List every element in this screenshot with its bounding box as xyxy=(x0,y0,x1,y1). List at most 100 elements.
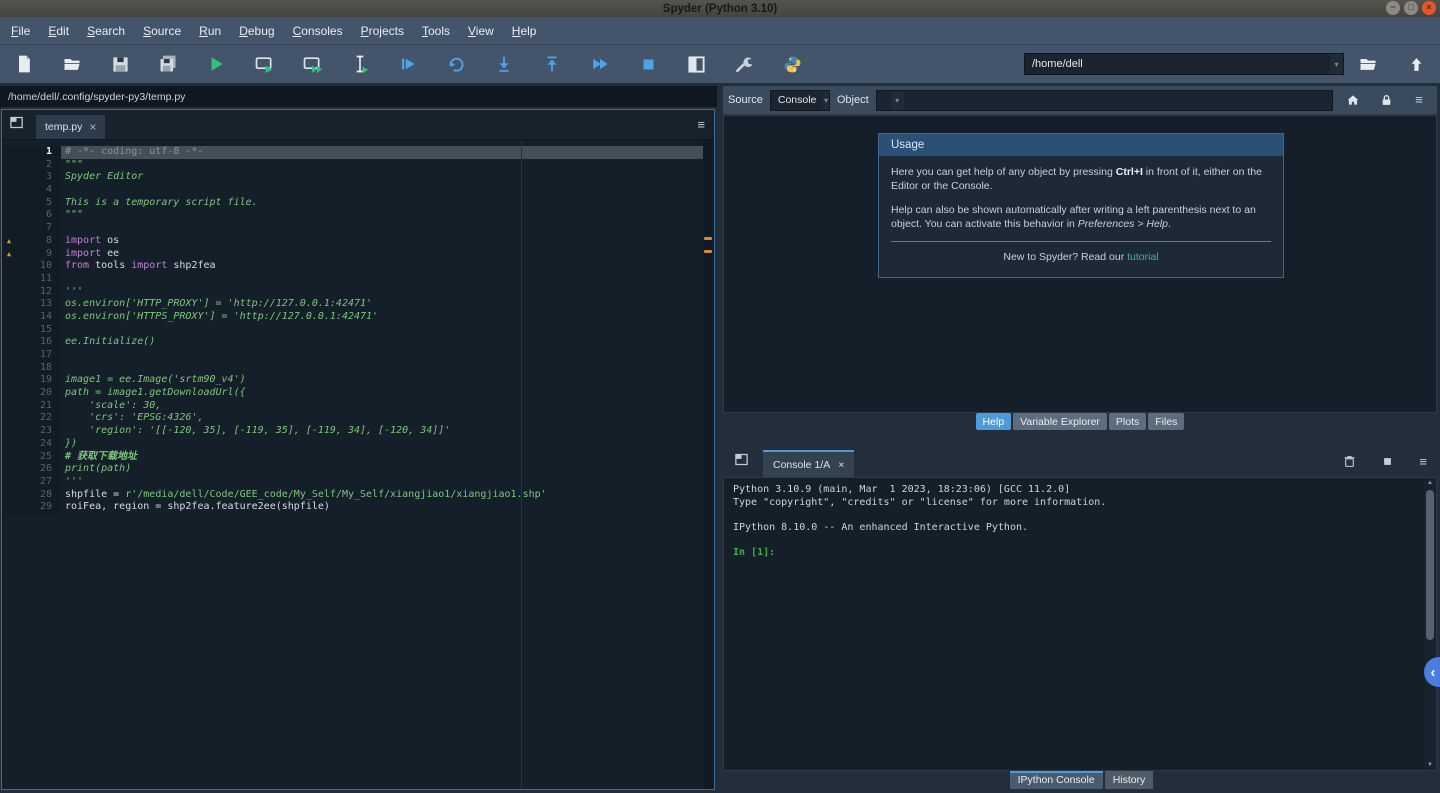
code-line-28[interactable]: 28shpfile = r'/media/dell/Code/GEE_code/… xyxy=(2,489,714,502)
menu-view[interactable]: View xyxy=(459,24,503,38)
code-line-15[interactable]: 15 xyxy=(2,324,714,337)
warning-flag[interactable] xyxy=(704,250,712,253)
maximize-button[interactable]: □ xyxy=(1404,1,1418,15)
debug-stop-button[interactable] xyxy=(624,49,672,79)
code-line-2[interactable]: 2""" xyxy=(2,159,714,172)
code-line-4[interactable]: 4 xyxy=(2,184,714,197)
code-line-13[interactable]: 13os.environ['HTTP_PROXY'] = 'http://127… xyxy=(2,298,714,311)
scroll-up-icon[interactable]: ▲ xyxy=(1424,478,1436,488)
menu-edit[interactable]: Edit xyxy=(39,24,78,38)
minimize-button[interactable]: − xyxy=(1386,1,1400,15)
open-file-button[interactable] xyxy=(48,49,96,79)
remove-variables-button[interactable] xyxy=(1343,454,1356,469)
save-all-button[interactable] xyxy=(144,49,192,79)
debug-step-return-button[interactable] xyxy=(528,49,576,79)
code-line-23[interactable]: 23 'region': '[[-120, 35], [-119, 35], [… xyxy=(2,425,714,438)
code-line-3[interactable]: 3Spyder Editor xyxy=(2,171,714,184)
code-line-24[interactable]: 24}) xyxy=(2,438,714,451)
scrollbar-thumb[interactable] xyxy=(1426,490,1434,640)
menu-help[interactable]: Help xyxy=(503,24,546,38)
working-directory-combo[interactable]: /home/dell ▾ xyxy=(1024,53,1344,75)
interrupt-kernel-button[interactable] xyxy=(1383,457,1392,466)
chevron-down-icon[interactable]: ▾ xyxy=(823,91,828,110)
code-line-17[interactable]: 17 xyxy=(2,349,714,362)
editor-tab-temp-py[interactable]: temp.py × xyxy=(36,115,105,139)
code-line-22[interactable]: 22 'crs': 'EPSG:4326', xyxy=(2,412,714,425)
tab-files[interactable]: Files xyxy=(1148,413,1184,430)
lock-button[interactable] xyxy=(1373,93,1399,107)
line-number: 27 xyxy=(16,476,61,489)
run-cell-button[interactable] xyxy=(240,49,288,79)
menu-file[interactable]: File xyxy=(2,24,39,38)
chevron-down-icon[interactable]: ▾ xyxy=(1330,54,1343,74)
code-line-26[interactable]: 26print(path) xyxy=(2,463,714,476)
browse-tabs-button[interactable] xyxy=(734,452,749,467)
debug-file-button[interactable] xyxy=(384,49,432,79)
help-options-menu[interactable]: ≡ xyxy=(1406,95,1432,105)
debug-continue-button[interactable] xyxy=(576,49,624,79)
debug-run-line-button[interactable] xyxy=(432,49,480,79)
run-file-button[interactable] xyxy=(192,49,240,79)
console-output[interactable]: Python 3.10.9 (main, Mar 1 2023, 18:23:0… xyxy=(723,477,1437,771)
menu-run[interactable]: Run xyxy=(190,24,230,38)
browse-tabs-button[interactable] xyxy=(9,115,24,130)
code-line-25[interactable]: 25# 获取下载地址 xyxy=(2,451,714,464)
code-editor[interactable]: 1# -*- coding: utf-8 -*-2"""3Spyder Edit… xyxy=(2,140,714,789)
run-cell-advance-button[interactable] xyxy=(288,49,336,79)
tab-variable-explorer[interactable]: Variable Explorer xyxy=(1013,413,1107,430)
code-line-19[interactable]: 19image1 = ee.Image('srtm90_v4') xyxy=(2,374,714,387)
console-options-menu[interactable]: ≡ xyxy=(1419,457,1427,467)
code-line-20[interactable]: 20path = image1.getDownloadUrl({ xyxy=(2,387,714,400)
close-button[interactable]: × xyxy=(1422,1,1436,15)
tutorial-link[interactable]: tutorial xyxy=(1127,251,1159,263)
code-line-5[interactable]: 5This is a temporary script file. xyxy=(2,197,714,210)
code-line-29[interactable]: 29roiFea, region = shp2fea.feature2ee(sh… xyxy=(2,501,714,514)
console-prompt[interactable]: In [1]: xyxy=(733,547,1427,560)
menu-debug[interactable]: Debug xyxy=(230,24,283,38)
code-line-12[interactable]: 12''' xyxy=(2,286,714,299)
menu-search[interactable]: Search xyxy=(78,24,134,38)
browse-working-directory-button[interactable] xyxy=(1344,49,1392,79)
preferences-button[interactable] xyxy=(720,49,768,79)
close-tab-icon[interactable]: × xyxy=(89,122,96,132)
console-tab[interactable]: Console 1/A × xyxy=(763,450,854,477)
pythonpath-manager-button[interactable] xyxy=(768,49,816,79)
menu-source[interactable]: Source xyxy=(134,24,190,38)
code-line-14[interactable]: 14os.environ['HTTPS_PROXY'] = 'http://12… xyxy=(2,311,714,324)
tab-plots[interactable]: Plots xyxy=(1109,413,1146,430)
code-line-1[interactable]: 1# -*- coding: utf-8 -*- xyxy=(2,146,714,159)
code-line-27[interactable]: 27''' xyxy=(2,476,714,489)
object-combo[interactable]: ▾ xyxy=(876,90,1333,111)
scroll-flag-area[interactable] xyxy=(703,140,714,789)
warning-icon: ▲ xyxy=(2,248,16,261)
menu-tools[interactable]: Tools xyxy=(413,24,459,38)
menu-projects[interactable]: Projects xyxy=(352,24,413,38)
tab-help[interactable]: Help xyxy=(976,413,1012,430)
code-line-21[interactable]: 21 'scale': 30, xyxy=(2,400,714,413)
scroll-down-icon[interactable]: ▼ xyxy=(1424,760,1436,770)
code-line-9[interactable]: ▲9import ee xyxy=(2,248,714,261)
run-selection-button[interactable] xyxy=(336,49,384,79)
warning-flag[interactable] xyxy=(704,237,712,240)
console-scrollbar[interactable]: ▲ ▼ xyxy=(1424,478,1436,770)
source-combo[interactable]: Console ▾ xyxy=(770,90,830,111)
code-line-18[interactable]: 18 xyxy=(2,362,714,375)
home-button[interactable] xyxy=(1340,93,1366,107)
editor-options-menu[interactable]: ≡ xyxy=(697,120,705,130)
save-button[interactable] xyxy=(96,49,144,79)
code-line-6[interactable]: 6""" xyxy=(2,209,714,222)
code-line-7[interactable]: 7 xyxy=(2,222,714,235)
chevron-down-icon[interactable]: ▾ xyxy=(891,91,904,110)
maximize-pane-button[interactable] xyxy=(672,49,720,79)
code-line-11[interactable]: 11 xyxy=(2,273,714,286)
new-file-button[interactable] xyxy=(0,49,48,79)
menu-consoles[interactable]: Consoles xyxy=(284,24,352,38)
debug-step-into-button[interactable] xyxy=(480,49,528,79)
close-tab-icon[interactable]: × xyxy=(838,459,844,471)
tab-history[interactable]: History xyxy=(1105,771,1154,789)
code-line-8[interactable]: ▲8import os xyxy=(2,235,714,248)
parent-directory-button[interactable] xyxy=(1392,49,1440,79)
code-line-16[interactable]: 16ee.Initialize() xyxy=(2,336,714,349)
tab-ipython-console[interactable]: IPython Console xyxy=(1010,771,1103,789)
code-line-10[interactable]: 10from tools import shp2fea xyxy=(2,260,714,273)
